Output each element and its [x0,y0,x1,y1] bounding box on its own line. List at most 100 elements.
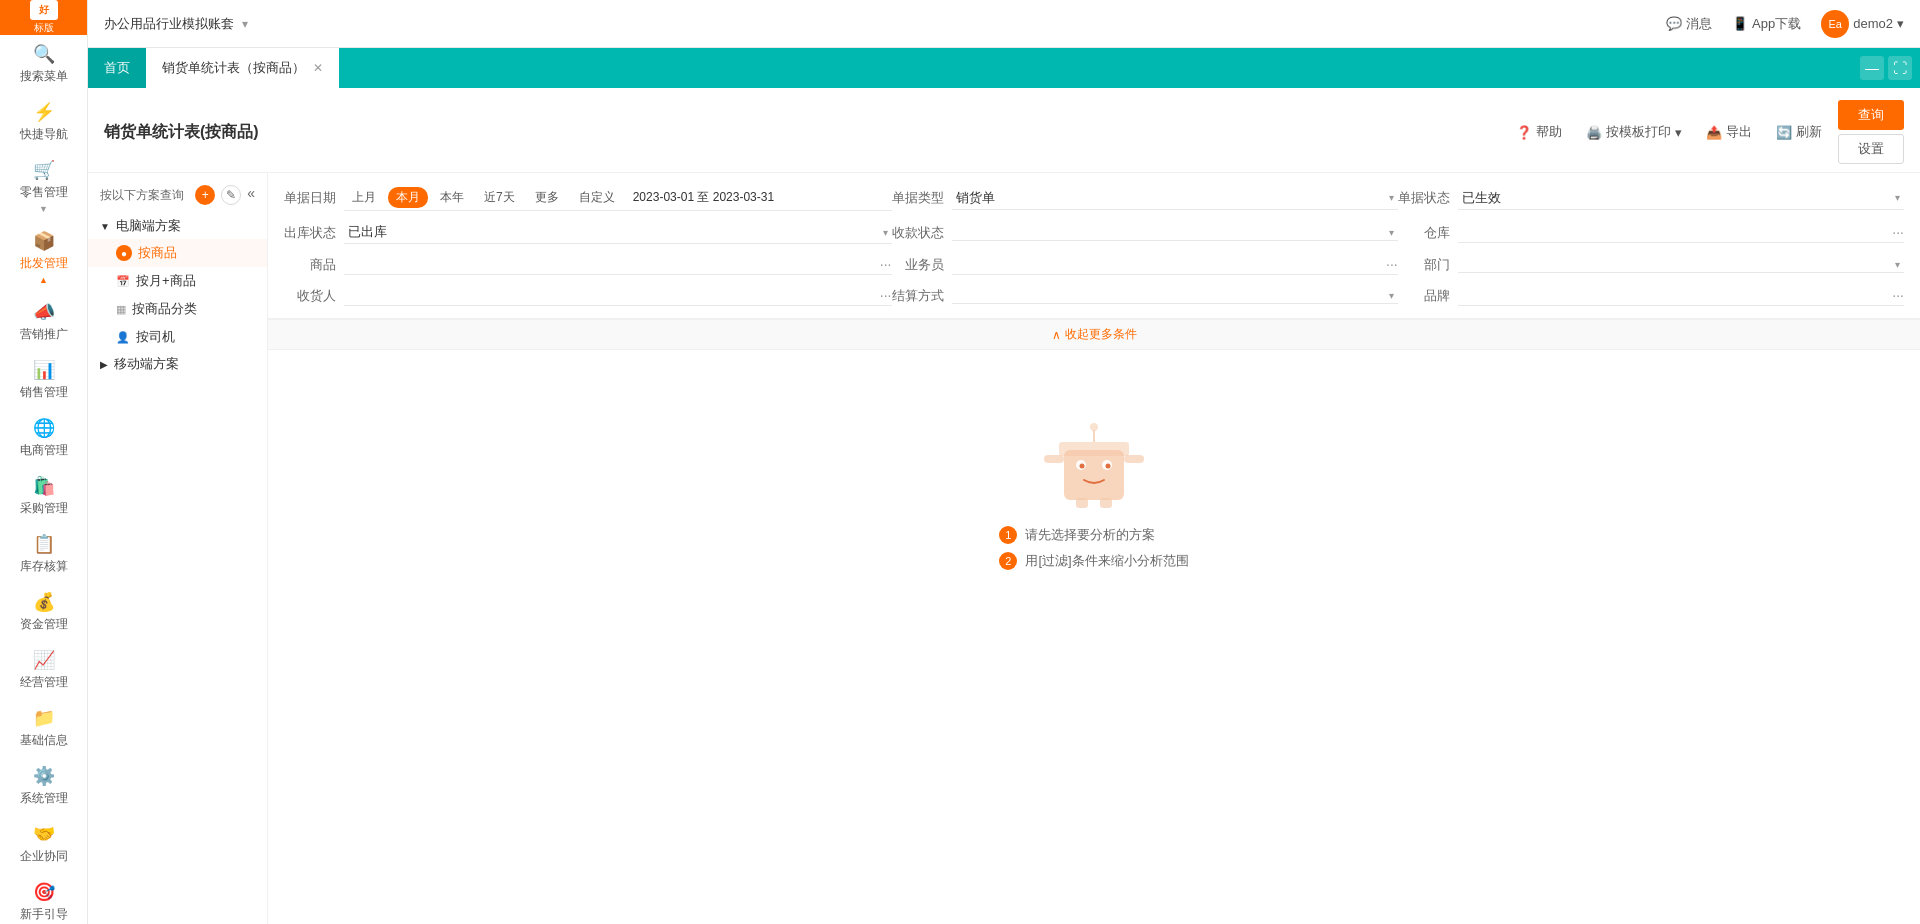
sidebar-item-search[interactable]: 🔍 搜索菜单 [0,35,87,93]
doctype-value: 销货单 [956,189,995,207]
date-btn-more[interactable]: 更多 [527,187,567,208]
doctype-select[interactable]: 销货单 ▾ [952,187,1398,210]
settings-button[interactable]: 设置 [1838,134,1904,164]
sidebar-item-finance[interactable]: 💰 资金管理 [0,583,87,641]
system-icon: ⚙️ [33,765,55,787]
dept-select[interactable]: ▾ [1458,257,1904,273]
receiver-input[interactable] [344,288,872,303]
sidebar: 好 标版 🔍 搜索菜单 ⚡ 快捷导航 🛒 零售管理 ▼ 📦 批发管理 ▲ 📣 营… [0,0,88,924]
svg-rect-8 [1076,498,1088,508]
sidebar-item-system[interactable]: ⚙️ 系统管理 [0,757,87,815]
purchase-icon: 🛍️ [33,475,55,497]
date-btn-custom[interactable]: 自定义 [571,187,623,208]
empty-step-2: 2 用[过滤]条件来缩小分析范围 [999,552,1188,570]
outstatus-select[interactable]: 已出库 ▾ [344,221,892,244]
sidebar-item-marketing[interactable]: 📣 营销推广 [0,293,87,351]
tree-mobile-expand-icon: ▶ [100,359,108,370]
goods-value: ··· [344,254,892,275]
date-btn-last-month[interactable]: 上月 [344,187,384,208]
app-logo[interactable]: 好 标版 [0,0,87,35]
payment-status-select[interactable]: ▾ [952,225,1398,241]
dept-label: 部门 [1398,256,1458,274]
tree-mobile-section[interactable]: ▶ 移动端方案 [88,351,267,377]
date-range-text: 2023-03-01 至 2023-03-31 [633,189,774,206]
date-filter: 上月 本月 本年 近7天 更多 自定义 2023-03-01 至 2023-03… [344,187,774,208]
tab-close-icon[interactable]: ✕ [313,61,323,75]
sidebar-item-newbie[interactable]: 🎯 新手引导 [0,873,87,924]
warehouse-dots[interactable]: ··· [1892,224,1904,240]
goods-dots[interactable]: ··· [880,256,892,272]
filter-outstatus-field: 出库状态 已出库 ▾ [284,221,892,244]
tree-item-by-goods[interactable]: ● 按商品 [88,239,267,267]
tab-sales-report[interactable]: 销货单统计表（按商品） ✕ [146,48,339,88]
sidebar-item-operations[interactable]: 📈 经营管理 [0,641,87,699]
user-menu[interactable]: Ea demo2 ▾ [1821,10,1904,38]
marketing-icon: 📣 [33,301,55,323]
topbar-dropdown-icon[interactable]: ▾ [242,17,248,31]
sidebar-item-sales[interactable]: 📊 销售管理 [0,351,87,409]
print-button[interactable]: 🖨️ 按模板打印 ▾ [1578,119,1690,145]
logo-text: 标版 [34,21,54,35]
date-btn-this-year[interactable]: 本年 [432,187,472,208]
sidebar-label-basic: 基础信息 [20,732,68,749]
help-button[interactable]: ❓ 帮助 [1508,119,1570,145]
salesman-dots[interactable]: ··· [1386,256,1398,272]
warehouse-input[interactable] [1458,225,1885,240]
sidebar-item-inventory[interactable]: 📋 库存核算 [0,525,87,583]
sidebar-label-retail: 零售管理 [20,184,68,201]
sidebar-label-marketing: 营销推广 [20,326,68,343]
tree-pc-section[interactable]: ▼ 电脑端方案 [88,213,267,239]
refresh-icon: 🔄 [1776,125,1792,140]
add-scheme-button[interactable]: + [195,185,215,205]
sidebar-item-collab[interactable]: 🤝 企业协同 [0,815,87,873]
sidebar-item-wholesale[interactable]: 📦 批发管理 ▲ [0,222,87,293]
sidebar-item-ecommerce[interactable]: 🌐 电商管理 [0,409,87,467]
message-button[interactable]: 💬 消息 [1666,15,1712,33]
left-panel: 按以下方案查询 + ✎ « ▼ 电脑端方案 ● 按商品 [88,173,268,924]
operations-icon: 📈 [33,649,55,671]
sidebar-item-purchase[interactable]: 🛍️ 采购管理 [0,467,87,525]
tree-item-by-month-goods[interactable]: 📅 按月+商品 [88,267,267,295]
tree-item-by-category[interactable]: ▦ 按商品分类 [88,295,267,323]
wholesale-icon: 📦 [33,230,55,252]
tree-label-month-goods: 按月+商品 [136,272,196,290]
export-button[interactable]: 📤 导出 [1698,119,1760,145]
payment-status-chevron: ▾ [1389,227,1394,238]
tree-item-by-driver[interactable]: 👤 按司机 [88,323,267,351]
sidebar-label-purchase: 采购管理 [20,500,68,517]
filter-payment-status-field: 收款状态 ▾ [892,224,1398,242]
sidebar-item-quicknav[interactable]: ⚡ 快捷导航 [0,93,87,151]
collapse-panel-button[interactable]: « [247,185,255,205]
warehouse-value: ··· [1458,222,1904,243]
docstatus-select[interactable]: 已生效 ▾ [1458,187,1904,210]
warehouse-label: 仓库 [1398,224,1458,242]
tab-maximize-button[interactable]: ⛶ [1888,56,1912,80]
sidebar-label-collab: 企业协同 [20,848,68,865]
content-body: 按以下方案查询 + ✎ « ▼ 电脑端方案 ● 按商品 [88,173,1920,924]
filter-row-3: 商品 ··· 业务员 ··· [284,254,1904,275]
driver-icon: 👤 [116,331,130,344]
logo-icon: 好 [30,0,58,20]
date-btn-this-month[interactable]: 本月 [388,187,428,208]
brand-input[interactable] [1458,288,1885,303]
tab-home[interactable]: 首页 [88,48,146,88]
edit-scheme-button[interactable]: ✎ [221,185,241,205]
brand-dots[interactable]: ··· [1892,287,1904,303]
svg-point-5 [1106,464,1111,469]
tab-minimize-button[interactable]: — [1860,56,1884,80]
payment-method-select[interactable]: ▾ [952,288,1398,304]
date-btn-7days[interactable]: 近7天 [476,187,523,208]
goods-input[interactable] [344,257,872,272]
app-download-button[interactable]: 📱 App下载 [1732,15,1801,33]
query-button[interactable]: 查询 [1838,100,1904,130]
refresh-button[interactable]: 🔄 刷新 [1768,119,1830,145]
finance-icon: 💰 [33,591,55,613]
salesman-input[interactable] [952,257,1379,272]
svg-point-11 [1090,423,1098,431]
main-area: 办公用品行业模拟账套 ▾ 💬 消息 📱 App下载 Ea demo2 ▾ 首页 … [88,0,1920,924]
tab-home-label: 首页 [104,59,130,77]
receiver-dots[interactable]: ··· [880,287,892,303]
sidebar-item-basic[interactable]: 📁 基础信息 [0,699,87,757]
sidebar-item-retail[interactable]: 🛒 零售管理 ▼ [0,151,87,222]
collapse-filter-bar[interactable]: ∧ 收起更多条件 [268,319,1920,350]
